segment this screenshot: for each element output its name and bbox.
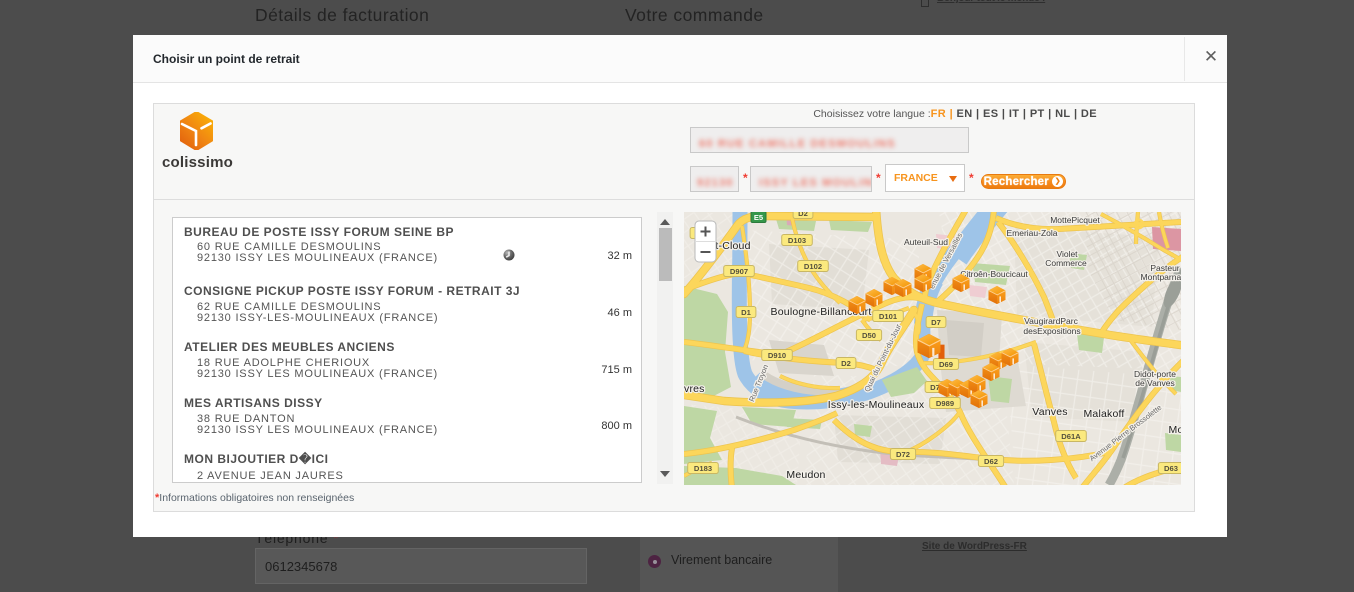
svg-text:Montparnas: Montparnas	[1141, 272, 1181, 282]
svg-text:MottePicquet: MottePicquet	[1050, 215, 1100, 225]
svg-text:VaugirardParc: VaugirardParc	[1024, 316, 1078, 326]
svg-text:D102: D102	[804, 262, 822, 271]
svg-text:D50: D50	[862, 331, 876, 340]
svg-text:D907: D907	[730, 267, 748, 276]
svg-text:E5: E5	[754, 213, 764, 222]
svg-text:Emeriau-Zola: Emeriau-Zola	[1006, 228, 1057, 238]
svg-text:Commerce: Commerce	[1045, 258, 1087, 268]
svg-text:D7: D7	[930, 383, 940, 392]
svg-text:Auteuil-Sud: Auteuil-Sud	[904, 237, 948, 247]
svg-text:Malakoff: Malakoff	[1083, 408, 1124, 420]
svg-text:D989: D989	[936, 399, 954, 408]
svg-text:de Vanves: de Vanves	[1135, 378, 1175, 388]
svg-text:D2: D2	[798, 212, 808, 218]
svg-text:D183: D183	[694, 464, 712, 473]
svg-text:D61A: D61A	[1061, 432, 1081, 441]
svg-text:D2: D2	[841, 359, 851, 368]
svg-text:Citroên-Boucicaut: Citroên-Boucicaut	[960, 269, 1028, 279]
svg-text:D72: D72	[896, 450, 910, 459]
svg-text:Vanves: Vanves	[1032, 406, 1067, 418]
svg-text:D69: D69	[939, 360, 953, 369]
svg-text:desExpositions: desExpositions	[1023, 326, 1080, 336]
svg-text:Issy-les-Moulineaux: Issy-les-Moulineaux	[828, 399, 925, 411]
svg-text:Mo: Mo	[1169, 424, 1182, 436]
svg-text:D7: D7	[931, 318, 941, 327]
svg-text:D910: D910	[768, 351, 786, 360]
svg-text:Meudon: Meudon	[786, 469, 825, 481]
svg-text:D103: D103	[788, 236, 806, 245]
svg-text:D1: D1	[741, 308, 751, 317]
svg-text:D62: D62	[984, 457, 998, 466]
svg-text:D63: D63	[1164, 464, 1178, 473]
svg-text:D101: D101	[879, 312, 898, 321]
svg-text:vres: vres	[684, 383, 705, 395]
